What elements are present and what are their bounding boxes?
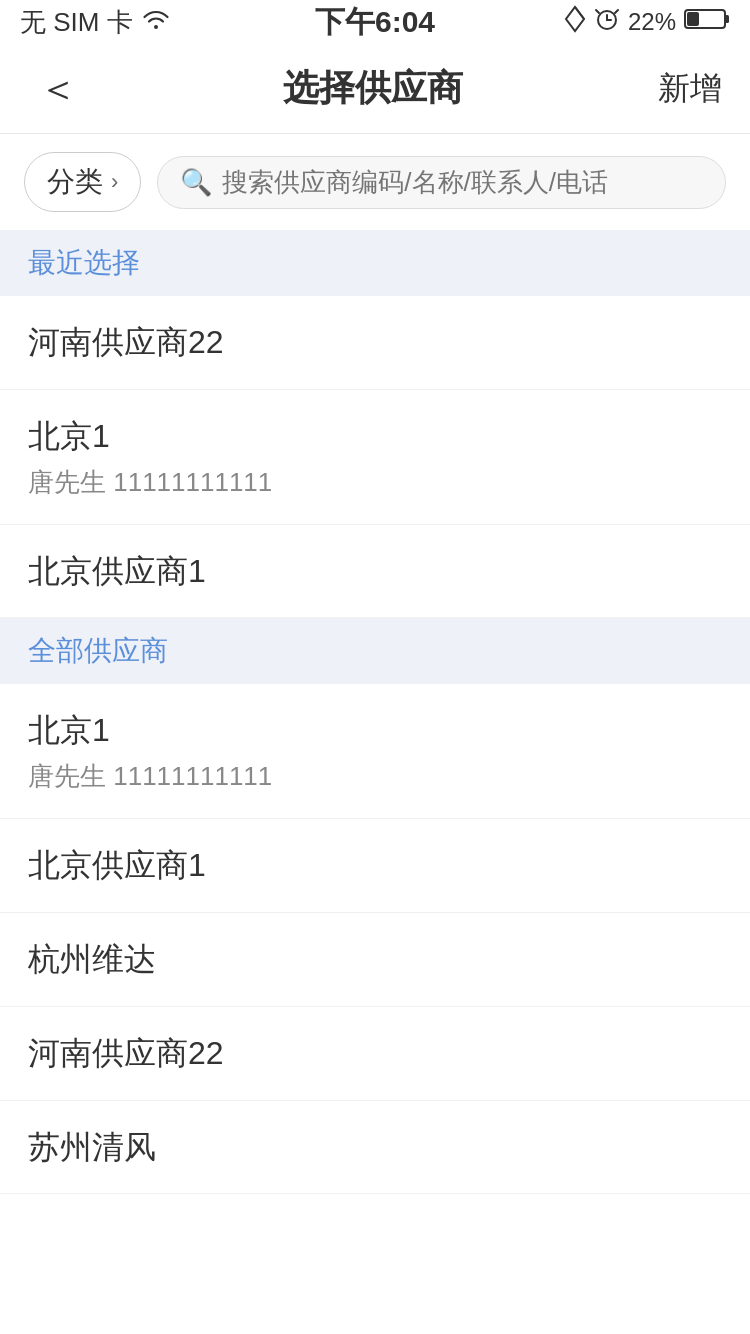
search-icon: 🔍 [180,167,212,198]
page-title: 选择供应商 [283,64,463,113]
item-name: 北京供应商1 [28,843,722,888]
item-sub: 唐先生 11111111111 [28,759,722,794]
item-sub: 唐先生 11111111111 [28,465,722,500]
status-time: 下午6:04 [315,2,435,43]
search-box[interactable]: 🔍 [157,156,726,209]
filter-bar: 分类 › 🔍 [0,134,750,230]
item-name: 北京1 [28,414,722,459]
all-list-item[interactable]: 杭州维达 [0,913,750,1007]
svg-rect-5 [687,12,699,26]
battery-text: 22% [628,8,676,36]
wifi-icon [141,7,171,38]
item-name: 河南供应商22 [28,320,722,365]
recent-list: 河南供应商22 北京1 唐先生 11111111111 北京供应商1 [0,296,750,618]
all-suppliers-list: 北京1 唐先生 11111111111 北京供应商1 杭州维达河南供应商22 苏州清风 [0,684,750,1194]
search-input[interactable] [222,167,703,198]
recent-list-item[interactable]: 北京1 唐先生 11111111111 [0,390,750,525]
all-section-label: 全部供应商 [28,635,168,666]
recent-section-header: 最近选择 [0,230,750,296]
location-icon [564,5,586,39]
recent-section-label: 最近选择 [28,247,140,278]
item-name: 河南供应商22 [28,1031,722,1076]
all-list-item[interactable]: 北京1 唐先生 11111111111 [0,684,750,819]
category-label: 分类 [47,163,103,201]
item-name: 杭州维达 [28,937,722,982]
all-list-item[interactable]: 河南供应商22 [0,1007,750,1101]
recent-list-item[interactable]: 河南供应商22 [0,296,750,390]
all-section-header: 全部供应商 [0,618,750,684]
item-name: 北京1 [28,708,722,753]
status-right: 22% [564,5,730,39]
battery-icon [684,7,730,37]
all-list-item[interactable]: 北京供应商1 [0,819,750,913]
status-bar: 无 SIM 卡 下午6:04 22% [0,0,750,44]
all-list-item[interactable]: 苏州清风 [0,1101,750,1195]
status-left: 无 SIM 卡 [20,5,171,40]
chevron-right-icon: › [111,169,118,195]
item-name: 苏州清风 [28,1125,722,1170]
add-button[interactable]: 新增 [658,67,722,111]
svg-rect-4 [725,15,729,23]
alarm-icon [594,6,620,38]
recent-list-item[interactable]: 北京供应商1 [0,525,750,619]
item-name: 北京供应商1 [28,549,722,594]
nav-bar: ＜ 选择供应商 新增 [0,44,750,134]
category-button[interactable]: 分类 › [24,152,141,212]
carrier-text: 无 SIM 卡 [20,5,133,40]
back-button[interactable]: ＜ [28,51,88,126]
